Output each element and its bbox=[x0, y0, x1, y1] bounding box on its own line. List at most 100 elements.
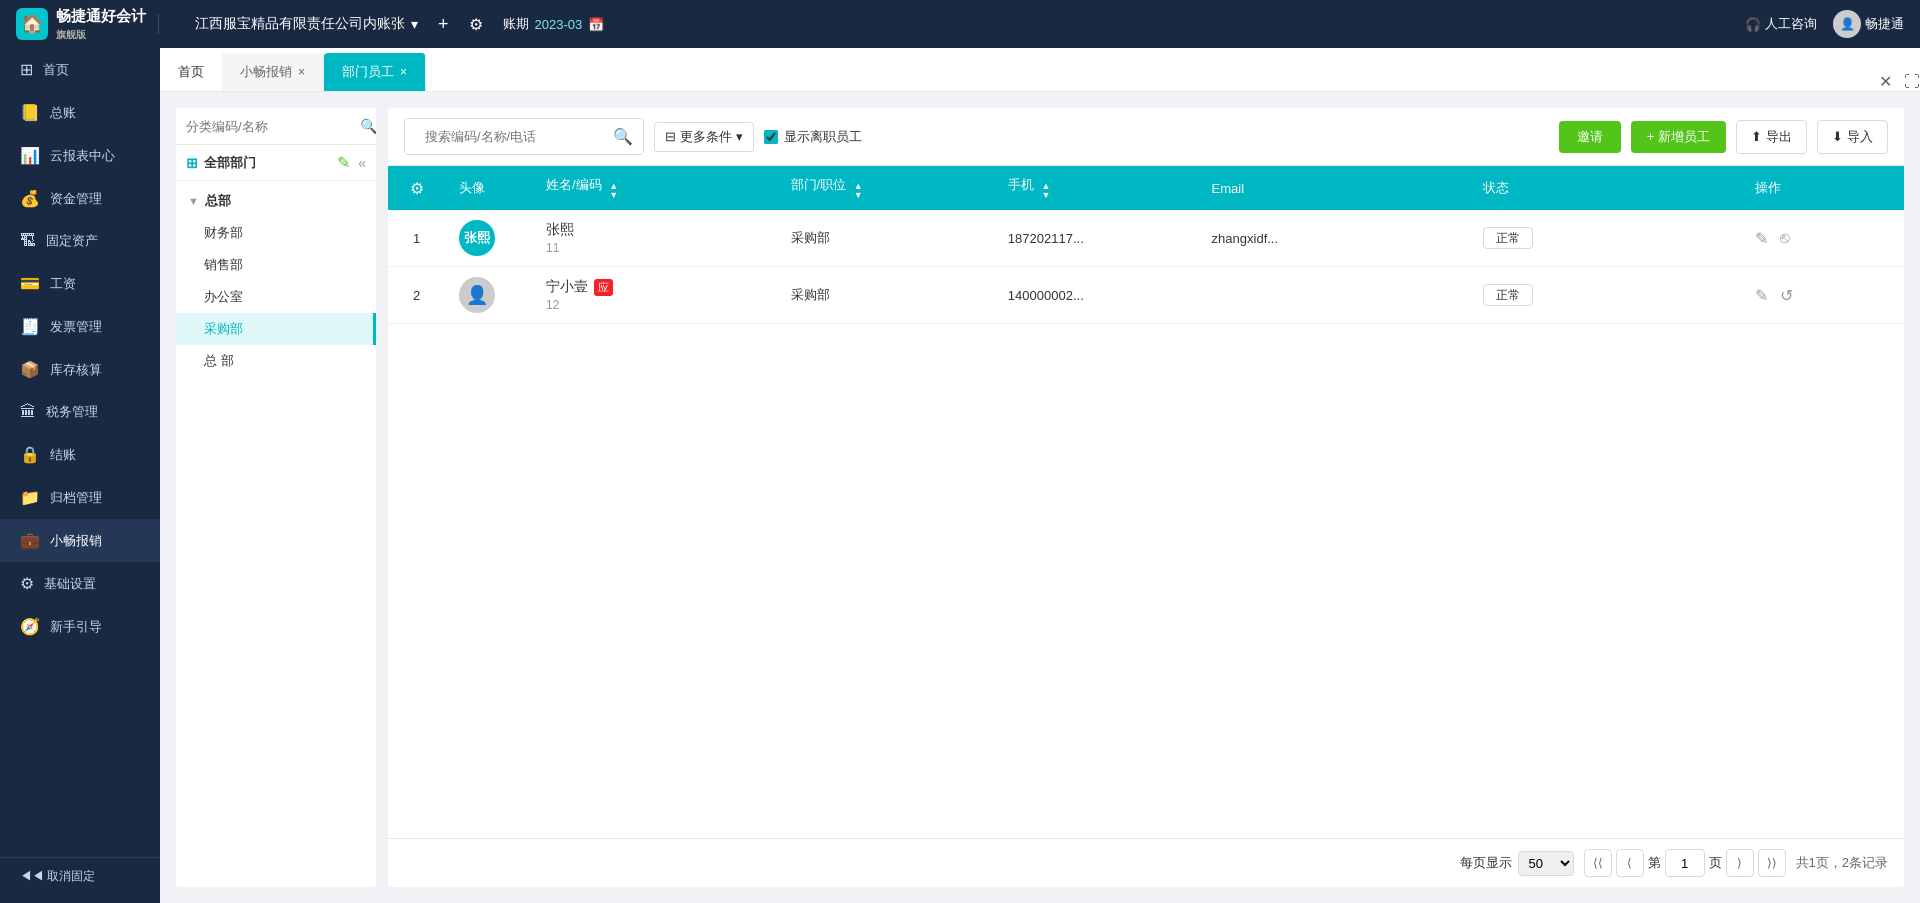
sidebar-item-expense[interactable]: 💼 小畅报销 bbox=[0, 519, 160, 562]
table-row: 1张熙张熙11采购部187202117...zhangxidf...正常✎⎋ bbox=[388, 210, 1904, 267]
dept-header: ⊞ 全部部门 ✎ « bbox=[176, 145, 376, 181]
employee-search-icon[interactable]: 🔍 bbox=[613, 127, 633, 146]
avatar-circle: 张熙 bbox=[459, 220, 495, 256]
col-settings[interactable]: ⚙ bbox=[388, 166, 445, 210]
cloud-reports-icon: 📊 bbox=[20, 146, 40, 165]
dept-edit-icon[interactable]: ✎ bbox=[337, 153, 350, 172]
sidebar-item-funds[interactable]: 💰 资金管理 bbox=[0, 177, 160, 220]
expand-arrow: ▼ bbox=[188, 195, 199, 207]
export-button[interactable]: ⬆ 导出 bbox=[1736, 120, 1807, 154]
row-email: zhangxidf... bbox=[1198, 210, 1470, 267]
window-close-button[interactable]: ✕ bbox=[1879, 72, 1892, 91]
edit-icon[interactable]: ✎ bbox=[1755, 286, 1768, 305]
filter-icon: ⊟ bbox=[665, 129, 676, 144]
row-dept: 采购部 bbox=[777, 267, 994, 324]
employee-table: ⚙ 头像 姓名/编码 ▲▼ 部门/职位 ▲▼ bbox=[388, 166, 1904, 838]
employee-name-text: 宁小壹 bbox=[546, 278, 588, 296]
last-page-button[interactable]: ⟩⟩ bbox=[1758, 849, 1786, 877]
employee-search-input[interactable] bbox=[415, 124, 607, 149]
logo-icon: 🏠 bbox=[16, 8, 48, 40]
tab-expense-close[interactable]: × bbox=[298, 65, 305, 79]
sidebar-item-archive[interactable]: 📁 归档管理 bbox=[0, 476, 160, 519]
add-employee-button[interactable]: + 新增员工 bbox=[1631, 121, 1726, 153]
col-dept[interactable]: 部门/职位 ▲▼ bbox=[777, 166, 994, 210]
topbar-right: 🎧 人工咨询 👤 畅捷通 bbox=[1745, 10, 1904, 38]
more-filter-button[interactable]: ⊟ 更多条件 ▾ bbox=[654, 122, 754, 152]
sidebar-item-settings[interactable]: ⚙ 基础设置 bbox=[0, 562, 160, 605]
page-size-dropdown[interactable]: 50 10 20 100 bbox=[1518, 851, 1574, 876]
page-navigation: ⟨⟨ ⟨ 第 页 ⟩ ⟩⟩ bbox=[1584, 849, 1786, 877]
col-status: 状态 bbox=[1469, 166, 1741, 210]
col-name[interactable]: 姓名/编码 ▲▼ bbox=[532, 166, 777, 210]
dept-item-caiwu[interactable]: 财务部 bbox=[176, 217, 376, 249]
sidebar-item-home[interactable]: ⊞ 首页 bbox=[0, 48, 160, 91]
calendar-icon[interactable]: 📅 bbox=[588, 17, 604, 32]
col-phone[interactable]: 手机 ▲▼ bbox=[994, 166, 1198, 210]
add-company-icon[interactable]: + bbox=[438, 14, 449, 35]
row-actions: ✎↺ bbox=[1741, 267, 1904, 324]
guide-icon: 🧭 bbox=[20, 617, 40, 636]
sidebar-item-cloud-reports[interactable]: 📊 云报表中心 bbox=[0, 134, 160, 177]
row-index: 2 bbox=[388, 267, 445, 324]
table-row: 2👤宁小壹应12采购部140000002...正常✎↺ bbox=[388, 267, 1904, 324]
page-total: 共1页，2条记录 bbox=[1796, 854, 1888, 872]
first-page-button[interactable]: ⟨⟨ bbox=[1584, 849, 1612, 877]
page-number-input[interactable] bbox=[1665, 849, 1705, 877]
edit-icon[interactable]: ✎ bbox=[1755, 229, 1768, 248]
dept-item-bangongshi[interactable]: 办公室 bbox=[176, 281, 376, 313]
sidebar-item-inventory[interactable]: 📦 库存核算 bbox=[0, 348, 160, 391]
customer-service[interactable]: 🎧 人工咨询 bbox=[1745, 15, 1817, 33]
show-resigned-checkbox-label[interactable]: 显示离职员工 bbox=[764, 128, 862, 146]
dept-label: 销售部 bbox=[204, 256, 243, 274]
sidebar-item-tax[interactable]: 🏛 税务管理 bbox=[0, 391, 160, 433]
company-name[interactable]: 江西服宝精品有限责任公司内账张 ▾ bbox=[195, 15, 418, 33]
table-settings-icon[interactable]: ⚙ bbox=[410, 180, 424, 197]
window-expand-button[interactable]: ⛶ bbox=[1904, 73, 1920, 91]
invite-button[interactable]: 邀请 bbox=[1559, 121, 1621, 153]
export-icon: ⬆ bbox=[1751, 129, 1762, 144]
dept-search-icon[interactable]: 🔍 bbox=[360, 118, 376, 134]
import-button[interactable]: ⬇ 导入 bbox=[1817, 120, 1888, 154]
dept-item-zongbu-parent[interactable]: ▼ 总部 bbox=[176, 185, 376, 217]
settings-icon[interactable]: ⚙ bbox=[469, 15, 483, 34]
company-dropdown-icon[interactable]: ▾ bbox=[411, 16, 418, 32]
dept-sort-icon[interactable]: ▲▼ bbox=[854, 182, 863, 200]
row-phone: 187202117... bbox=[994, 210, 1198, 267]
tab-department-close[interactable]: × bbox=[400, 65, 407, 79]
tab-department[interactable]: 部门员工 × bbox=[324, 53, 426, 91]
avatar-placeholder: 👤 bbox=[459, 277, 495, 313]
sidebar-item-guide[interactable]: 🧭 新手引导 bbox=[0, 605, 160, 648]
row-name: 宁小壹应12 bbox=[532, 267, 777, 324]
sidebar-item-fixed-assets[interactable]: 🏗 固定资产 bbox=[0, 220, 160, 262]
topbar: 🏠 畅捷通好会计 旗舰版 江西服宝精品有限责任公司内账张 ▾ + ⚙ 账期 20… bbox=[0, 0, 1920, 48]
name-sort-icon[interactable]: ▲▼ bbox=[609, 182, 618, 200]
delete-icon[interactable]: ↺ bbox=[1780, 286, 1793, 305]
row-email bbox=[1198, 267, 1470, 324]
logout-icon[interactable]: ⎋ bbox=[1780, 229, 1790, 247]
dept-search-input[interactable] bbox=[186, 119, 354, 134]
app-sub: 旗舰版 bbox=[56, 28, 146, 42]
salary-icon: 💳 bbox=[20, 274, 40, 293]
archive-icon: 📁 bbox=[20, 488, 40, 507]
sidebar-item-salary[interactable]: 💳 工资 bbox=[0, 262, 160, 305]
tab-home[interactable]: 首页 bbox=[160, 53, 222, 91]
employee-code-text: 11 bbox=[546, 241, 763, 255]
col-email: Email bbox=[1198, 166, 1470, 210]
tab-expense[interactable]: 小畅报销 × bbox=[222, 53, 324, 91]
sidebar-item-ledger[interactable]: 📒 总账 bbox=[0, 91, 160, 134]
dept-item-xiaoshou[interactable]: 销售部 bbox=[176, 249, 376, 281]
phone-sort-icon[interactable]: ▲▼ bbox=[1041, 182, 1050, 200]
row-avatar: 👤 bbox=[445, 267, 532, 324]
prev-page-button[interactable]: ⟨ bbox=[1616, 849, 1644, 877]
dept-collapse-icon[interactable]: « bbox=[358, 155, 366, 171]
sidebar-item-invoice[interactable]: 🧾 发票管理 bbox=[0, 305, 160, 348]
dept-item-zongbu2[interactable]: 总 部 bbox=[176, 345, 376, 377]
user-account[interactable]: 👤 畅捷通 bbox=[1833, 10, 1904, 38]
sidebar-item-close[interactable]: 🔒 结账 bbox=[0, 433, 160, 476]
show-resigned-checkbox[interactable] bbox=[764, 130, 778, 144]
next-page-button[interactable]: ⟩ bbox=[1726, 849, 1754, 877]
cancel-fixed-button[interactable]: ◀◀ 取消固定 bbox=[0, 857, 160, 895]
action-icons-group: ✎⎋ bbox=[1755, 229, 1890, 248]
close-books-icon: 🔒 bbox=[20, 445, 40, 464]
dept-item-caigou[interactable]: 采购部 bbox=[176, 313, 376, 345]
